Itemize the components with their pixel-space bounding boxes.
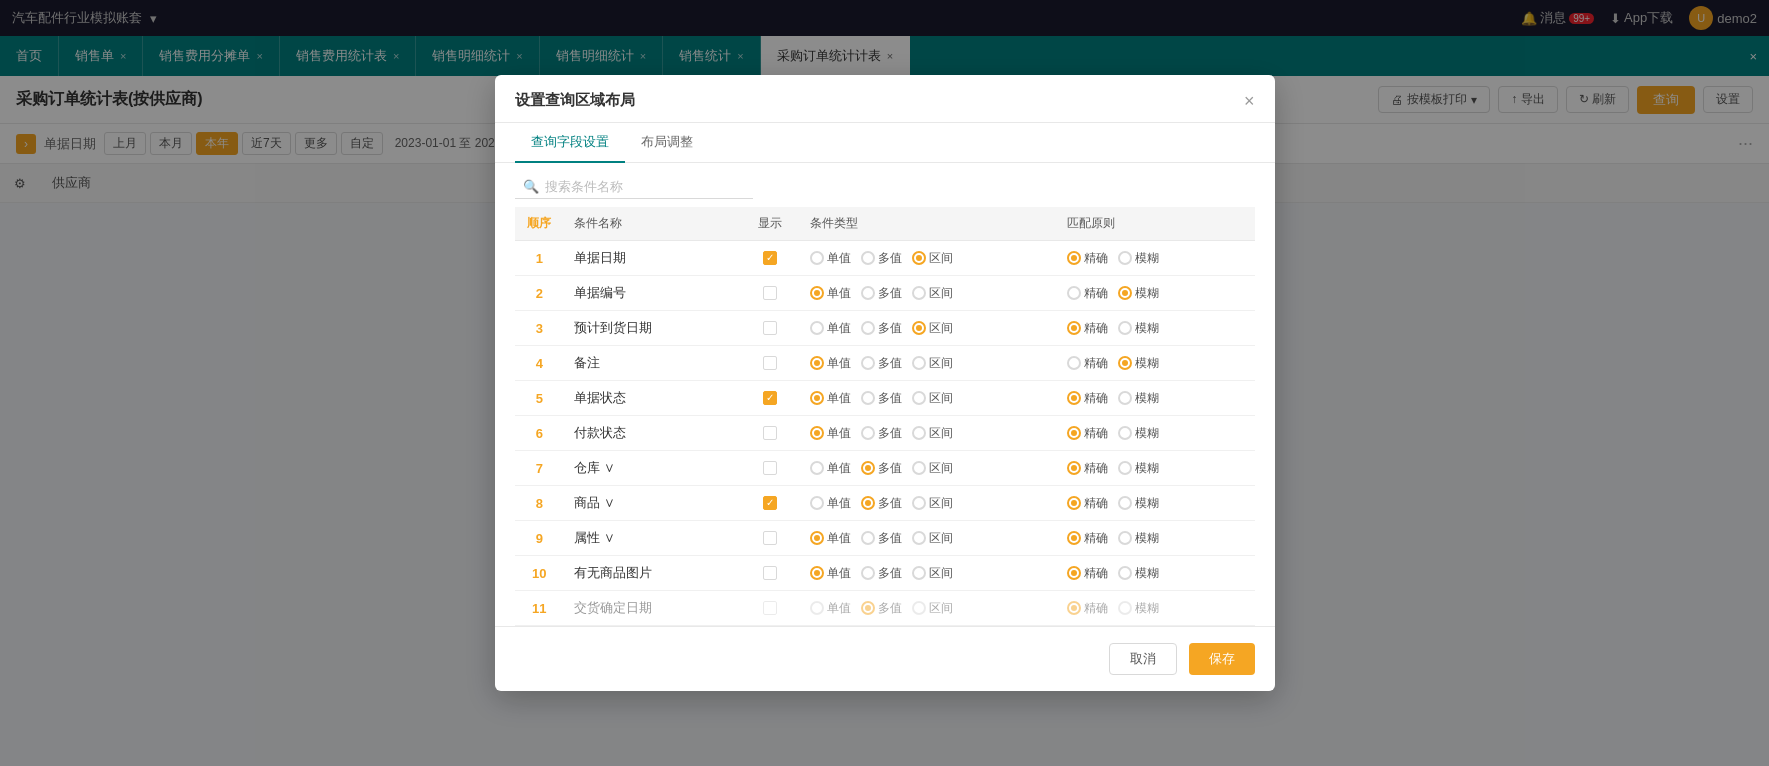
dialog-overlay: 设置查询区域布局 × 查询字段设置 布局调整 🔍 顺序 [0, 0, 1769, 203]
search-icon: 🔍 [523, 179, 539, 194]
dialog-tabs: 查询字段设置 布局调整 [495, 123, 1275, 163]
dialog-close-button[interactable]: × [1244, 92, 1255, 110]
dialog-tab-query-fields-label: 查询字段设置 [531, 134, 609, 149]
search-box: 🔍 [515, 175, 753, 199]
dialog-tab-layout[interactable]: 布局调整 [625, 123, 709, 163]
settings-dialog: 设置查询区域布局 × 查询字段设置 布局调整 🔍 顺序 [495, 75, 1275, 203]
search-input[interactable] [545, 179, 745, 194]
dialog-title: 设置查询区域布局 [515, 91, 635, 110]
dialog-tab-query-fields[interactable]: 查询字段设置 [515, 123, 625, 163]
dialog-search-area: 🔍 [495, 163, 1275, 203]
dialog-header: 设置查询区域布局 × [495, 75, 1275, 123]
dialog-tab-layout-label: 布局调整 [641, 134, 693, 149]
